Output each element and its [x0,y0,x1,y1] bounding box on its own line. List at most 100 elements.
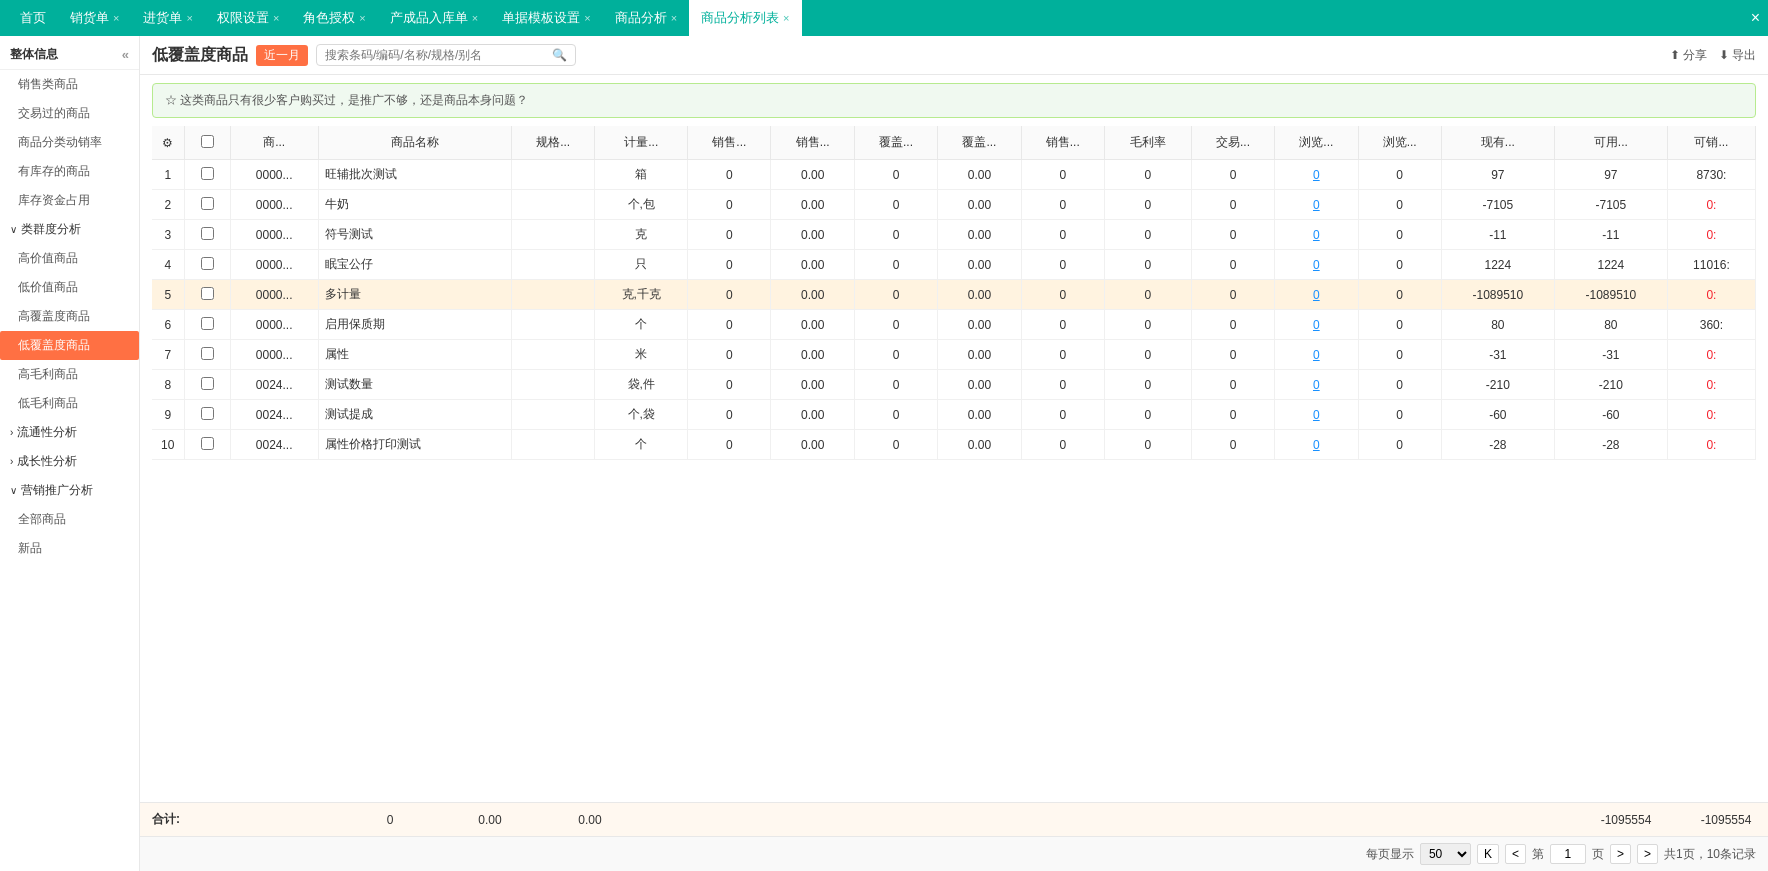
browse1-column-header[interactable]: 浏览... [1275,126,1358,160]
content-header: 低覆盖度商品 近一月 🔍 ⬆ 分享 ⬇ 导出 [140,36,1768,75]
row-select-checkbox[interactable] [201,227,214,240]
cover1-column-header[interactable]: 覆盖... [854,126,937,160]
code-column-header[interactable]: 商... [230,126,318,160]
close-icon[interactable]: × [584,12,590,24]
row-browse1[interactable]: 0 [1275,220,1358,250]
time-filter-button[interactable]: 近一月 [256,45,308,66]
sidebar-group-marketing[interactable]: ∨ 营销推广分析 [0,476,139,505]
sidebar-item-high-value[interactable]: 高价值商品 [0,244,139,273]
sidebar-item-inventory-goods[interactable]: 有库存的商品 [0,157,139,186]
sidebar-item-inventory-capital[interactable]: 库存资金占用 [0,186,139,215]
row-select-checkbox[interactable] [201,257,214,270]
nav-tab-analysis[interactable]: 商品分析 × [603,0,689,36]
row-checkbox[interactable] [184,280,230,310]
prev-page-button[interactable]: < [1505,844,1526,864]
row-browse1[interactable]: 0 [1275,160,1358,190]
row-select-checkbox[interactable] [201,197,214,210]
row-select-checkbox[interactable] [201,407,214,420]
row-checkbox[interactable] [184,340,230,370]
nav-tab-permissions[interactable]: 权限设置 × [205,0,291,36]
sidebar-item-low-coverage[interactable]: 低覆盖度商品 [0,331,139,360]
row-select-checkbox[interactable] [201,287,214,300]
next-page-button[interactable]: > [1610,844,1631,864]
close-icon[interactable]: × [671,12,677,24]
close-icon[interactable]: × [273,12,279,24]
name-column-header[interactable]: 商品名称 [318,126,511,160]
sidebar-item-high-coverage[interactable]: 高覆盖度商品 [0,302,139,331]
row-select-checkbox[interactable] [201,377,214,390]
checkbox-column-header[interactable] [184,126,230,160]
cover2-column-header[interactable]: 覆盖... [938,126,1021,160]
page-input[interactable] [1550,844,1586,864]
row-browse1[interactable]: 0 [1275,310,1358,340]
page-size-select[interactable]: 50 10 20 100 [1420,843,1471,865]
row-checkbox[interactable] [184,220,230,250]
sidebar-group-flow[interactable]: › 流通性分析 [0,418,139,447]
row-select-checkbox[interactable] [201,347,214,360]
sidebar-item-low-margin[interactable]: 低毛利商品 [0,389,139,418]
sidebar-header[interactable]: 整体信息 « [0,40,139,70]
row-browse1[interactable]: 0 [1275,400,1358,430]
close-icon[interactable]: × [113,12,119,24]
export-button[interactable]: ⬇ 导出 [1719,47,1756,64]
sidebar-item-new-goods[interactable]: 新品 [0,534,139,563]
spec-column-header[interactable]: 规格... [511,126,594,160]
sidebar-group-growth[interactable]: › 成长性分析 [0,447,139,476]
search-input[interactable] [325,48,552,62]
row-browse1[interactable]: 0 [1275,340,1358,370]
row-checkbox[interactable] [184,430,230,460]
nav-tab-sales[interactable]: 销货单 × [58,0,131,36]
sidebar-group-cluster[interactable]: ∨ 类群度分析 [0,215,139,244]
row-checkbox[interactable] [184,250,230,280]
nav-tab-analysis-list[interactable]: 商品分析列表 × [689,0,801,36]
select-all-checkbox[interactable] [201,135,214,148]
nav-tab-template[interactable]: 单据模板设置 × [490,0,602,36]
nav-tab-home[interactable]: 首页 [8,0,58,36]
sidebar-item-traded-goods[interactable]: 交易过的商品 [0,99,139,128]
avail-stock-column-header[interactable]: 可用... [1554,126,1667,160]
browse2-column-header[interactable]: 浏览... [1358,126,1441,160]
row-checkbox[interactable] [184,310,230,340]
close-all-button[interactable]: × [1751,9,1760,27]
trade-column-header[interactable]: 交易... [1191,126,1274,160]
row-cover2: 0.00 [938,400,1021,430]
nav-tab-roles[interactable]: 角色授权 × [291,0,377,36]
last-page-button[interactable]: > [1637,844,1658,864]
sales2-column-header[interactable]: 销售... [1021,126,1104,160]
sellable-column-header[interactable]: 可销... [1667,126,1755,160]
row-browse1[interactable]: 0 [1275,370,1358,400]
search-icon[interactable]: 🔍 [552,48,567,62]
sidebar-item-high-margin[interactable]: 高毛利商品 [0,360,139,389]
row-checkbox[interactable] [184,160,230,190]
first-page-button[interactable]: K [1477,844,1499,864]
row-checkbox[interactable] [184,370,230,400]
gross-rate-column-header[interactable]: 毛利率 [1104,126,1191,160]
row-select-checkbox[interactable] [201,167,214,180]
row-browse1[interactable]: 0 [1275,430,1358,460]
close-icon[interactable]: × [359,12,365,24]
row-cover2: 0.00 [938,160,1021,190]
close-icon[interactable]: × [783,12,789,24]
unit-column-header[interactable]: 计量... [595,126,688,160]
sidebar-item-all-goods[interactable]: 全部商品 [0,505,139,534]
row-checkbox[interactable] [184,190,230,220]
sidebar-item-category-rate[interactable]: 商品分类动销率 [0,128,139,157]
row-select-checkbox[interactable] [201,437,214,450]
row-browse1[interactable]: 0 [1275,280,1358,310]
sales-amt-column-header[interactable]: 销售... [771,126,854,160]
nav-tab-product-warehouse[interactable]: 产成品入库单 × [378,0,490,36]
share-button[interactable]: ⬆ 分享 [1670,47,1707,64]
row-select-checkbox[interactable] [201,317,214,330]
row-browse1[interactable]: 0 [1275,250,1358,280]
sidebar-item-low-value[interactable]: 低价值商品 [0,273,139,302]
close-icon[interactable]: × [186,12,192,24]
row-checkbox[interactable] [184,400,230,430]
sidebar-item-sales-goods[interactable]: 销售类商品 [0,70,139,99]
current-stock-column-header[interactable]: 现有... [1441,126,1554,160]
sales-qty-column-header[interactable]: 销售... [688,126,771,160]
settings-column-header[interactable]: ⚙ [152,126,184,160]
sidebar-collapse-icon[interactable]: « [122,47,129,62]
nav-tab-purchase[interactable]: 进货单 × [131,0,204,36]
row-browse1[interactable]: 0 [1275,190,1358,220]
close-icon[interactable]: × [472,12,478,24]
